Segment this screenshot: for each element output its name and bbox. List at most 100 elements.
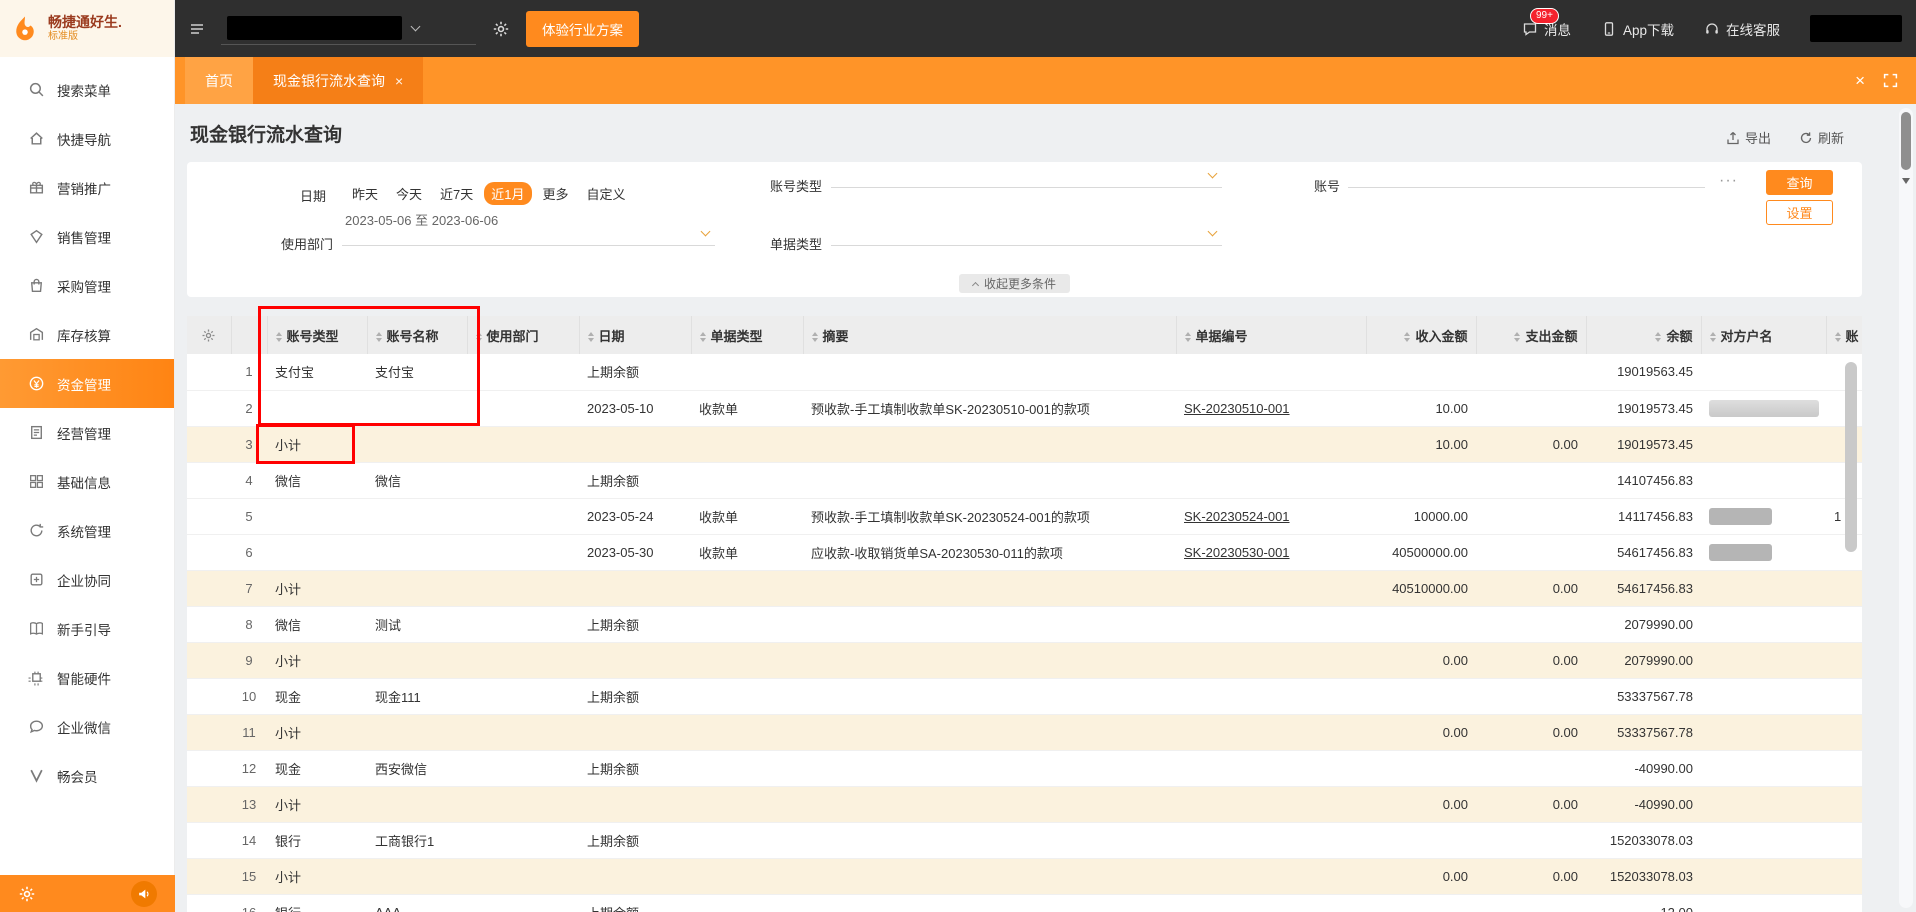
page-scrollbar[interactable] [1899, 108, 1913, 908]
sort-icon[interactable] [1655, 332, 1662, 343]
tab-cash-bank-flow-query[interactable]: 现金银行流水查询 × [253, 57, 424, 104]
sidebar-item-10[interactable]: 企业协同 [0, 555, 174, 604]
table-row[interactable]: 6 2023-05-30 收款单 应收款-收取销货单SA-20230530-011的款… [187, 534, 1862, 571]
sort-icon[interactable] [375, 332, 382, 343]
account-input[interactable] [1348, 162, 1705, 188]
refresh-button[interactable]: 刷新 [1799, 128, 1844, 147]
account-type-select[interactable] [831, 162, 1222, 188]
column-header-8[interactable]: 支出金额 [1476, 316, 1587, 354]
table-row[interactable]: 7 小计 40510000.00 0.00 54617456.83 [187, 570, 1862, 607]
date-option-2[interactable]: 近7天 [433, 182, 480, 205]
department-select[interactable] [342, 220, 715, 246]
table-row[interactable]: 4 微信 微信 上期余额 14107456.83 [187, 462, 1862, 499]
headset-icon [1706, 22, 1718, 34]
sidebar-item-5[interactable]: 库存核算 [0, 310, 174, 359]
doc-no-link[interactable]: SK-20230524-001 [1184, 509, 1290, 524]
scroll-down-arrow-icon[interactable] [1902, 178, 1910, 184]
sidebar-item-6[interactable]: 资金管理 [0, 359, 174, 408]
sort-icon[interactable] [475, 332, 482, 343]
doc-no-link[interactable]: SK-20230530-001 [1184, 545, 1290, 560]
sidebar-item-8[interactable]: 基础信息 [0, 457, 174, 506]
table-row[interactable]: 11 小计 0.00 0.00 53337567.78 [187, 714, 1862, 751]
topbar-gear-icon[interactable] [492, 20, 510, 38]
sort-icon[interactable] [811, 332, 818, 343]
sidebar-item-9[interactable]: 系统管理 [0, 506, 174, 555]
export-label: 导出 [1744, 131, 1771, 146]
sidebar-item-2[interactable]: 营销推广 [0, 163, 174, 212]
page-scrollbar-thumb[interactable] [1901, 112, 1911, 170]
more-options-icon[interactable]: ··· [1719, 172, 1738, 190]
table-row[interactable]: 16银行AAA 上期余额 12.00 [187, 894, 1862, 912]
sort-icon[interactable] [1514, 332, 1521, 343]
table-row[interactable]: 1 支付宝 支付宝 上期余额 19019563.45 [187, 354, 1862, 391]
column-header-3[interactable]: 日期 [579, 316, 692, 354]
table-row[interactable]: 8 微信 测试 上期余额 2079990.00 [187, 606, 1862, 643]
cell-income [1366, 354, 1476, 391]
cell-gear [187, 354, 231, 391]
query-button[interactable]: 查询 [1766, 170, 1833, 195]
sort-icon[interactable] [1184, 332, 1191, 343]
date-option-0[interactable]: 昨天 [345, 182, 385, 205]
date-option-3[interactable]: 近1月 [484, 182, 532, 205]
tab-close-icon[interactable]: × [395, 73, 403, 89]
export-button[interactable]: 导出 [1726, 128, 1771, 147]
doc-type-select[interactable] [831, 220, 1222, 246]
column-header-0[interactable]: 账号类型 [267, 316, 368, 354]
date-option-5[interactable]: 自定义 [580, 182, 633, 205]
sidebar-item-4[interactable]: 采购管理 [0, 261, 174, 310]
close-all-tabs-icon[interactable]: × [1855, 71, 1865, 91]
cell-income [1366, 822, 1476, 859]
online-service-item[interactable]: 在线客服 [1704, 19, 1780, 39]
column-header-7[interactable]: 收入金额 [1366, 316, 1477, 354]
date-option-4[interactable]: 更多 [536, 182, 576, 205]
company-selector[interactable] [221, 12, 476, 45]
sort-icon[interactable] [1709, 332, 1716, 343]
sidebar-item-1[interactable]: 快捷导航 [0, 114, 174, 163]
table-row[interactable]: 10 现金 现金111 上期余额 53337567.78 [187, 678, 1862, 715]
table-row[interactable]: 3 小计 10.00 0.00 19019573.45 [187, 426, 1862, 463]
column-header-11[interactable]: 账 [1826, 316, 1862, 354]
app-download-item[interactable]: App下载 [1601, 19, 1674, 39]
table-row[interactable]: 14 银行 工商银行1 上期余额 152033078.03 [187, 822, 1862, 859]
sidebar-item-3[interactable]: 销售管理 [0, 212, 174, 261]
experience-plan-button[interactable]: 体验行业方案 [526, 10, 639, 47]
sidebar-item-12[interactable]: 智能硬件 [0, 653, 174, 702]
sort-icon[interactable] [275, 332, 282, 343]
sidebar-item-0[interactable]: 搜索菜单 [0, 65, 174, 114]
cell-doc-no [1176, 426, 1366, 463]
settings-gear-icon[interactable] [18, 885, 36, 903]
table-row[interactable]: 15 小计 0.00 0.00 152033078.03 [187, 858, 1862, 895]
fullscreen-icon[interactable] [1883, 73, 1898, 88]
doc-no-link[interactable]: SK-20230510-001 [1184, 401, 1290, 416]
announcement-speaker-icon[interactable] [131, 880, 157, 907]
collapse-conditions-button[interactable]: 收起更多条件 [959, 274, 1071, 293]
menu-list-icon[interactable] [189, 21, 205, 37]
table-row[interactable]: 13 小计 0.00 0.00 -40990.00 [187, 786, 1862, 823]
settings-button[interactable]: 设置 [1766, 200, 1833, 225]
sort-icon[interactable] [1834, 332, 1841, 343]
date-option-1[interactable]: 今天 [389, 182, 429, 205]
table-row[interactable]: 9 小计 0.00 0.00 2079990.00 [187, 642, 1862, 679]
column-header-2[interactable]: 使用部门 [467, 316, 580, 354]
table-row[interactable]: 12 现金 西安微信 上期余额 -40990.00 [187, 750, 1862, 787]
sort-icon[interactable] [587, 332, 594, 343]
sidebar-item-7[interactable]: 经营管理 [0, 408, 174, 457]
column-header-9[interactable]: 余额 [1586, 316, 1702, 354]
column-header-10[interactable]: 对方户名 [1701, 316, 1827, 354]
column-header-4[interactable]: 单据类型 [691, 316, 804, 354]
column-header-5[interactable]: 摘要 [803, 316, 1177, 354]
table-row[interactable]: 5 2023-05-24 收款单 预收款-手工填制收款单SK-20230524-001… [187, 498, 1862, 535]
sidebar-item-13[interactable]: 企业微信 [0, 702, 174, 751]
column-settings-gear-icon[interactable] [187, 316, 232, 354]
sort-icon[interactable] [1404, 332, 1411, 343]
sidebar-item-14[interactable]: 畅会员 [0, 751, 174, 800]
tab-home[interactable]: 首页 [185, 57, 253, 104]
column-header-1[interactable]: 账号名称 [367, 316, 468, 354]
sidebar-item-11[interactable]: 新手引导 [0, 604, 174, 653]
messages-item[interactable]: 99+ 消息 [1522, 7, 1571, 39]
table-scrollbar-thumb[interactable] [1845, 362, 1857, 552]
column-header-6[interactable]: 单据编号 [1176, 316, 1367, 354]
sort-icon[interactable] [699, 332, 706, 343]
table-row[interactable]: 2 2023-05-10 收款单 预收款-手工填制收款单SK-20230510-001… [187, 390, 1862, 427]
cell-income: 0.00 [1366, 714, 1476, 751]
